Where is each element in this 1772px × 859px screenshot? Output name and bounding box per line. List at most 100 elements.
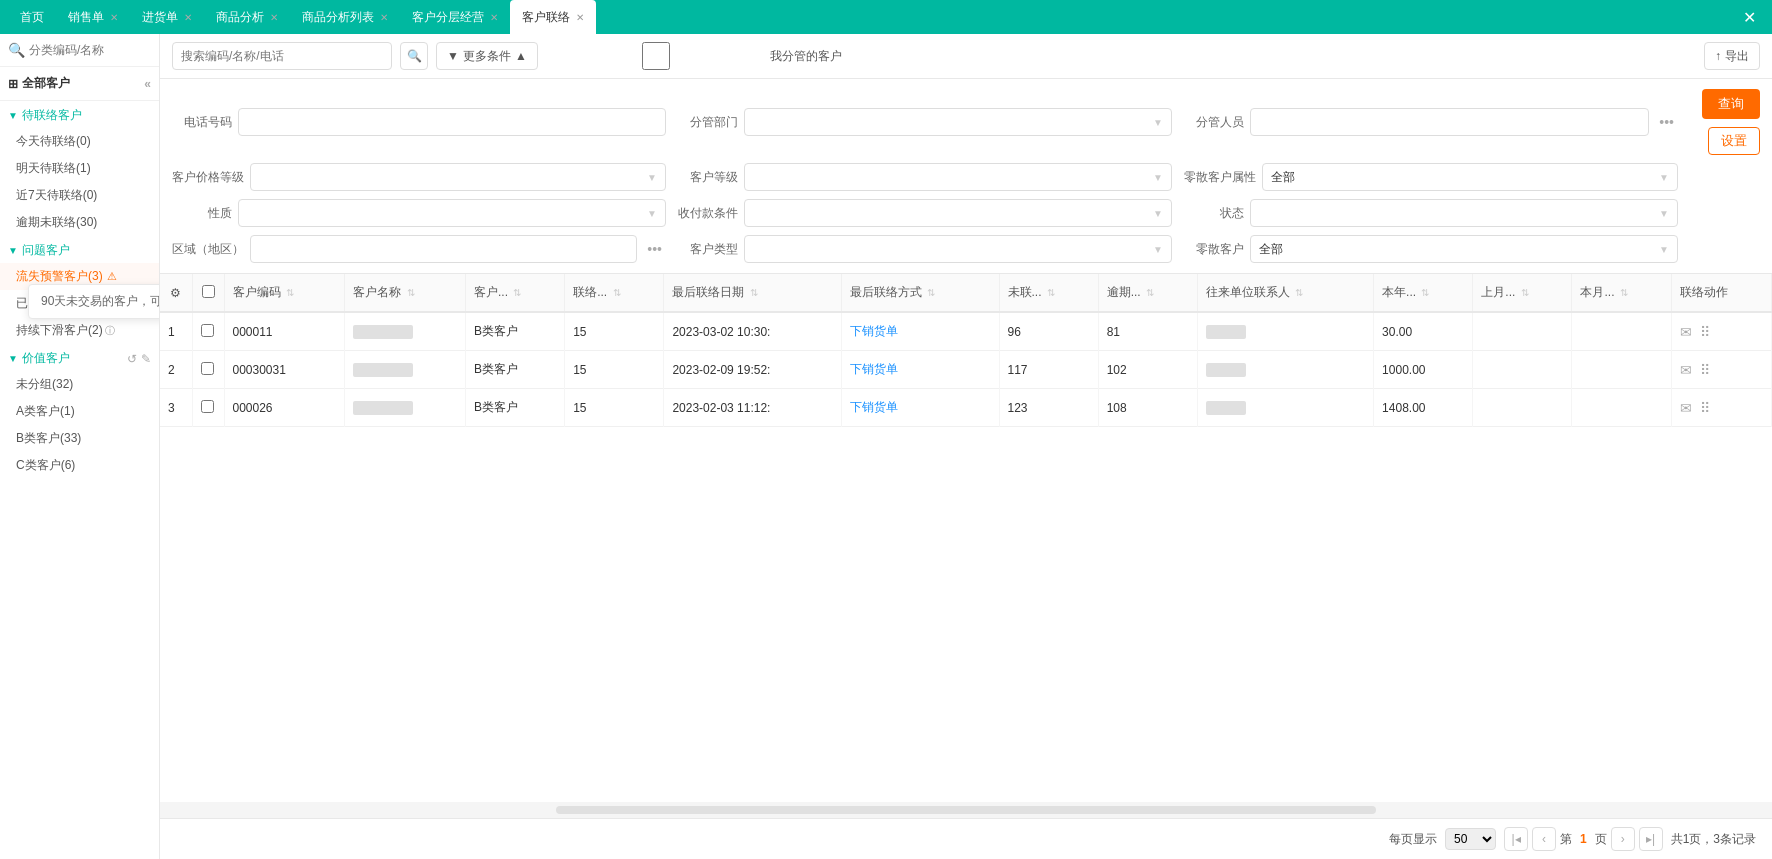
sort-icon-unitcontact[interactable]: ⇅ xyxy=(1295,287,1303,298)
row-select-checkbox[interactable] xyxy=(201,400,214,413)
tab-analysis-list[interactable]: 商品分析列表 ✕ xyxy=(290,0,400,34)
select-all-checkbox[interactable] xyxy=(202,285,215,298)
row-last-way[interactable]: 下销货单 xyxy=(841,312,999,351)
filter-price-grade-select[interactable]: ▼ xyxy=(250,163,666,191)
sidebar-item-class-c[interactable]: C类客户(6) xyxy=(0,452,159,479)
filter-search-btn[interactable]: 🔍 xyxy=(400,42,428,70)
sidebar-item-unclassified[interactable]: 未分组(32) xyxy=(0,371,159,398)
tab-customer-contact[interactable]: 客户联络 ✕ xyxy=(510,0,596,34)
sort-icon-name[interactable]: ⇅ xyxy=(407,287,415,298)
filter-customer-grade-select[interactable]: ▼ xyxy=(744,163,1172,191)
row-checkbox[interactable] xyxy=(192,389,224,427)
filter-customer-type-select[interactable]: ▼ xyxy=(744,235,1172,263)
filter-phone-input[interactable] xyxy=(238,108,666,136)
tab-customer-layer[interactable]: 客户分层经营 ✕ xyxy=(400,0,510,34)
row-last-way[interactable]: 下销货单 xyxy=(841,389,999,427)
scroll-track xyxy=(556,806,1376,814)
filter-scatter-attr-select[interactable]: 全部 ▼ xyxy=(1262,163,1678,191)
tab-home[interactable]: 首页 xyxy=(8,0,56,34)
filter-nature-label: 性质 xyxy=(172,205,232,222)
action-contact-icon[interactable]: ✉ xyxy=(1680,324,1692,340)
filter-dept-select[interactable]: ▼ xyxy=(744,108,1172,136)
sort-icon-thisyear[interactable]: ⇅ xyxy=(1421,287,1429,298)
row-last-date: 2023-02-09 19:52: xyxy=(664,351,841,389)
sidebar-item-declining[interactable]: 持续下滑客户(2) ⓘ xyxy=(0,317,159,344)
action-more-icon[interactable]: ⠿ xyxy=(1700,400,1710,416)
first-page-btn[interactable]: |◂ xyxy=(1504,827,1528,851)
filter-nature: 性质 ▼ xyxy=(172,199,666,227)
close-tab-customer-contact[interactable]: ✕ xyxy=(576,12,584,23)
row-checkbox[interactable] xyxy=(192,351,224,389)
settings-button[interactable]: 设置 xyxy=(1708,127,1760,155)
action-contact-icon[interactable]: ✉ xyxy=(1680,362,1692,378)
sidebar-group-problem[interactable]: ▼ 问题客户 xyxy=(0,236,159,263)
filter-price-grade: 客户价格等级 ▼ xyxy=(172,163,666,191)
tab-sales[interactable]: 销售单 ✕ xyxy=(56,0,130,34)
grid-icon: ⊞ xyxy=(8,77,18,91)
action-more-icon[interactable]: ⠿ xyxy=(1700,324,1710,340)
my-customers-checkbox[interactable] xyxy=(546,42,766,70)
tab-analysis[interactable]: 商品分析 ✕ xyxy=(204,0,290,34)
more-btn-manager[interactable]: ••• xyxy=(1655,114,1678,130)
col-settings[interactable]: ⚙ xyxy=(160,274,192,312)
row-last-way[interactable]: 下销货单 xyxy=(841,351,999,389)
filter-row-2: 客户价格等级 ▼ 客户等级 ▼ 零散客户属性 全部 xyxy=(172,163,1760,191)
sort-icon-overdue[interactable]: ⇅ xyxy=(1146,287,1154,298)
close-tab-purchase[interactable]: ✕ xyxy=(184,12,192,23)
more-btn-region[interactable]: ••• xyxy=(643,241,666,257)
close-tab-sales[interactable]: ✕ xyxy=(110,12,118,23)
sidebar-item-7day-pending[interactable]: 近7天待联络(0) xyxy=(0,182,159,209)
sidebar-all-customers[interactable]: ⊞ 全部客户 « xyxy=(0,67,159,101)
query-button[interactable]: 查询 xyxy=(1702,89,1760,119)
row-select-checkbox[interactable] xyxy=(201,362,214,375)
sidebar-item-today-pending[interactable]: 今天待联络(0) xyxy=(0,128,159,155)
close-tab-analysis-list[interactable]: ✕ xyxy=(380,12,388,23)
tab-purchase[interactable]: 进货单 ✕ xyxy=(130,0,204,34)
chevron-down-icon-scattercust: ▼ xyxy=(1659,244,1669,255)
horizontal-scroll[interactable] xyxy=(160,802,1772,818)
advanced-filter-panel: 电话号码 分管部门 ▼ 分管人员 ••• xyxy=(160,79,1772,274)
filter-manager-select[interactable] xyxy=(1250,108,1649,136)
edit-icon[interactable]: ✎ xyxy=(141,352,151,366)
sidebar-group-value[interactable]: ▼ 价值客户 ↺ ✎ xyxy=(0,344,159,371)
next-page-btn[interactable]: › xyxy=(1611,827,1635,851)
action-contact-icon[interactable]: ✉ xyxy=(1680,400,1692,416)
sort-icon-thismonth[interactable]: ⇅ xyxy=(1620,287,1628,298)
action-more-icon[interactable]: ⠿ xyxy=(1700,362,1710,378)
sidebar-item-class-a[interactable]: A类客户(1) xyxy=(0,398,159,425)
filter-status-select[interactable]: ▼ xyxy=(1250,199,1678,227)
close-tab-customer-layer[interactable]: ✕ xyxy=(490,12,498,23)
sidebar-group-pending[interactable]: ▼ 待联络客户 xyxy=(0,101,159,128)
filter-scatter-customer-select[interactable]: 全部 ▼ xyxy=(1250,235,1678,263)
per-page-select[interactable]: 50 100 200 xyxy=(1445,828,1496,850)
sort-icon-code[interactable]: ⇅ xyxy=(286,287,294,298)
refresh-icon[interactable]: ↺ xyxy=(127,352,137,366)
row-checkbox[interactable] xyxy=(192,312,224,351)
filter-region-select[interactable] xyxy=(250,235,637,263)
close-tab-analysis[interactable]: ✕ xyxy=(270,12,278,23)
more-filter-btn[interactable]: ▼ 更多条件 ▲ xyxy=(436,42,538,70)
row-select-checkbox[interactable] xyxy=(201,324,214,337)
col-code: 客户编码 ⇅ xyxy=(224,274,345,312)
sidebar-item-class-b[interactable]: B类客户(33) xyxy=(0,425,159,452)
sidebar-collapse-btn[interactable]: « xyxy=(144,77,151,91)
sidebar-item-tomorrow-pending[interactable]: 明天待联络(1) xyxy=(0,155,159,182)
col-actions: 联络动作 xyxy=(1671,274,1771,312)
sidebar-search-input[interactable] xyxy=(29,43,160,57)
sort-icon-type[interactable]: ⇅ xyxy=(513,287,521,298)
search-input[interactable] xyxy=(172,42,392,70)
sort-icon-lastmonth[interactable]: ⇅ xyxy=(1521,287,1529,298)
my-customers-check[interactable]: 我分管的客户 xyxy=(546,42,842,70)
filter-nature-select[interactable]: ▼ xyxy=(238,199,666,227)
filter-payment-select[interactable]: ▼ xyxy=(744,199,1172,227)
window-close-btn[interactable]: ✕ xyxy=(1735,8,1764,27)
sort-icon-notcontact[interactable]: ⇅ xyxy=(1047,287,1055,298)
sort-icon-lastdate[interactable]: ⇅ xyxy=(750,287,758,298)
last-page-btn[interactable]: ▸| xyxy=(1639,827,1663,851)
sidebar-item-overdue-contact[interactable]: 逾期未联络(30) xyxy=(0,209,159,236)
sort-icon-lastway[interactable]: ⇅ xyxy=(927,287,935,298)
prev-page-btn[interactable]: ‹ xyxy=(1532,827,1556,851)
export-btn[interactable]: ↑ 导出 xyxy=(1704,42,1760,70)
sort-icon-contact[interactable]: ⇅ xyxy=(613,287,621,298)
info-icon-2: ⓘ xyxy=(105,324,115,338)
